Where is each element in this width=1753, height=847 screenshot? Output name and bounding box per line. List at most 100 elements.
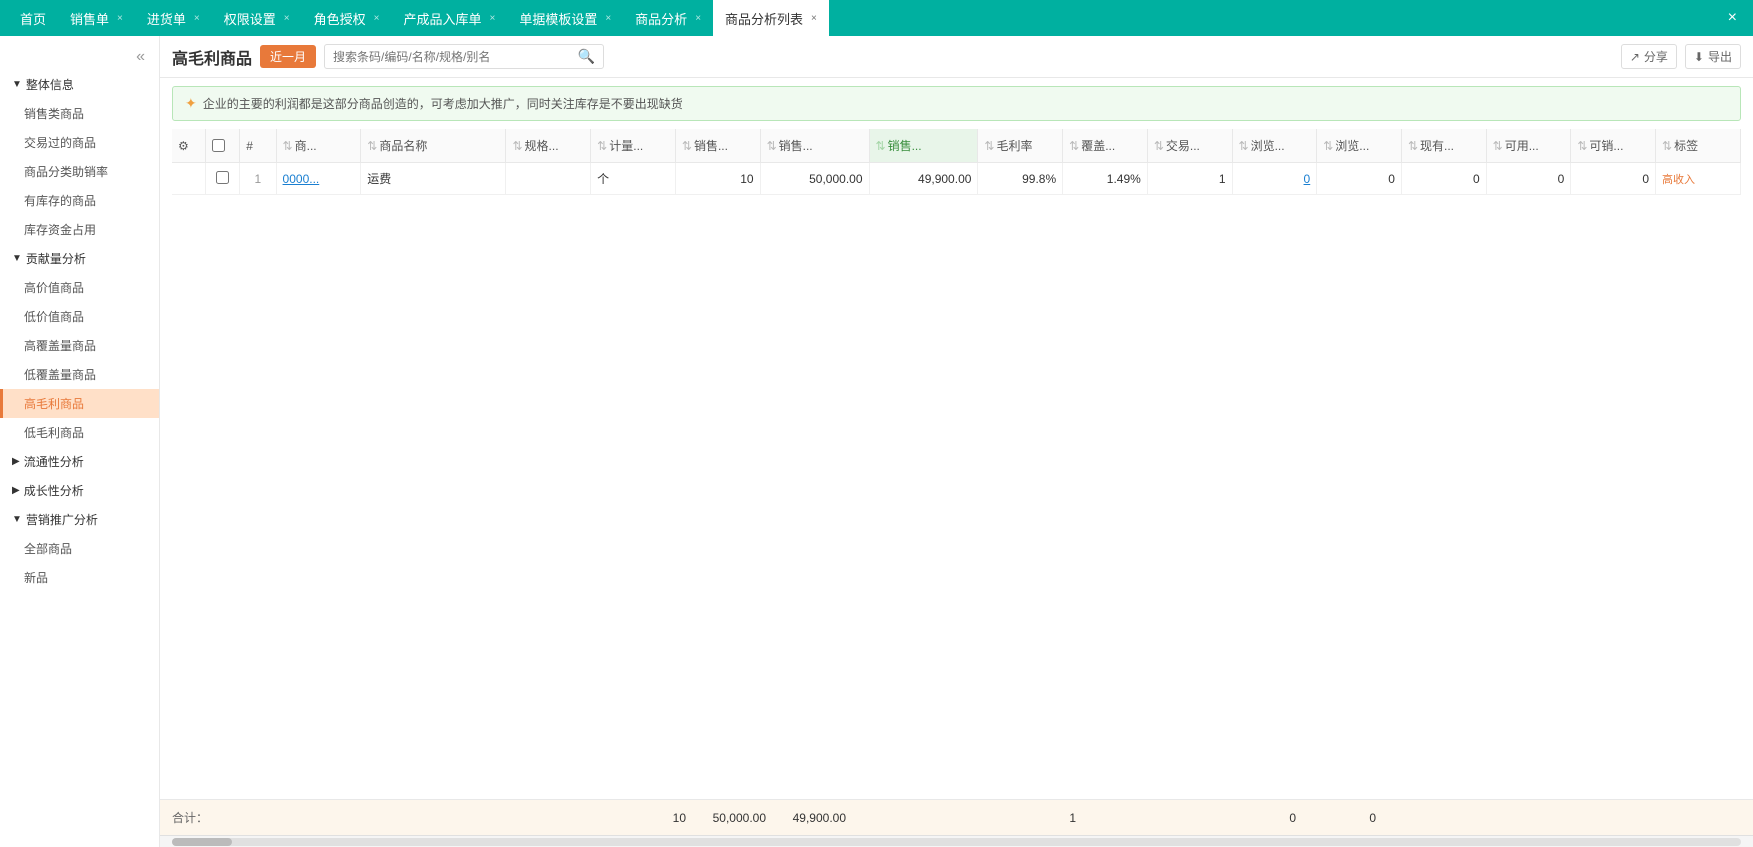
cell-views2: 0 bbox=[1317, 163, 1402, 195]
col-name[interactable]: ⇅ 商品名称 bbox=[361, 129, 506, 163]
close-template-tab[interactable]: × bbox=[605, 13, 611, 24]
col-num: # bbox=[240, 129, 276, 163]
col-spec[interactable]: ⇅ 规格... bbox=[506, 129, 591, 163]
export-button[interactable]: ⬇ 导出 bbox=[1685, 44, 1741, 69]
close-sales-tab[interactable]: × bbox=[117, 13, 123, 24]
chevron-down-icon: ▼ bbox=[12, 79, 22, 90]
search-icon[interactable]: 🔍 bbox=[578, 48, 595, 65]
col-sales-qty[interactable]: ⇅ 销售... bbox=[675, 129, 760, 163]
sidebar-item-traded-goods[interactable]: 交易过的商品 bbox=[0, 128, 159, 157]
close-product-inbound-tab[interactable]: × bbox=[489, 13, 495, 24]
sidebar-item-category-rate[interactable]: 商品分类助销率 bbox=[0, 157, 159, 186]
sidebar-section-contribution[interactable]: ▼ 贡献量分析 bbox=[0, 244, 159, 273]
nav-item-permission[interactable]: 权限设置 × bbox=[212, 0, 302, 36]
col-stock-sellable[interactable]: ⇅ 可销... bbox=[1571, 129, 1656, 163]
col-sales-cost[interactable]: ⇅ 销售... bbox=[869, 129, 978, 163]
nav-item-sales[interactable]: 销售单 × bbox=[58, 0, 135, 36]
footer-stock-available: 0 bbox=[1222, 807, 1302, 829]
sort-icon-10: ⇅ bbox=[1154, 139, 1164, 153]
sidebar-item-all-goods[interactable]: 全部商品 bbox=[0, 534, 159, 563]
sort-icon-15: ⇅ bbox=[1577, 139, 1587, 153]
footer-label: 合计： bbox=[172, 809, 252, 826]
sidebar-section-growth[interactable]: ▶ 成长性分析 bbox=[0, 476, 159, 505]
close-analysis-list-tab[interactable]: × bbox=[811, 13, 817, 24]
sort-icon-3: ⇅ bbox=[512, 139, 522, 153]
search-box: 🔍 bbox=[324, 44, 604, 69]
col-views1[interactable]: ⇅ 浏览... bbox=[1232, 129, 1317, 163]
cell-checkbox[interactable] bbox=[206, 163, 240, 195]
col-stock-available[interactable]: ⇅ 可用... bbox=[1486, 129, 1571, 163]
col-unit[interactable]: ⇅ 计量... bbox=[591, 129, 676, 163]
row-checkbox[interactable] bbox=[216, 171, 229, 184]
search-input[interactable] bbox=[333, 50, 574, 64]
footer-sales-amount: 50,000.00 bbox=[692, 807, 772, 829]
nav-item-analysis[interactable]: 商品分析 × bbox=[623, 0, 713, 36]
chevron-right-icon-2: ▶ bbox=[12, 485, 20, 496]
chevron-down-icon-3: ▼ bbox=[12, 514, 22, 525]
period-button[interactable]: 近一月 bbox=[260, 45, 316, 68]
sort-icon-9: ⇅ bbox=[1069, 139, 1079, 153]
sort-icon-6: ⇅ bbox=[767, 139, 777, 153]
footer-spacer bbox=[252, 807, 612, 829]
window-close-button[interactable]: × bbox=[1720, 9, 1745, 27]
col-gross-rate[interactable]: ⇅ 毛利率 bbox=[978, 129, 1063, 163]
close-analysis-tab[interactable]: × bbox=[695, 13, 701, 24]
sidebar-collapse-button[interactable]: « bbox=[130, 46, 151, 68]
sidebar-section-marketing[interactable]: ▼ 营销推广分析 bbox=[0, 505, 159, 534]
horizontal-scrollbar[interactable] bbox=[160, 835, 1753, 847]
sidebar-item-low-margin[interactable]: 低毛利商品 bbox=[0, 418, 159, 447]
header-actions: ↗ 分享 ⬇ 导出 bbox=[1621, 44, 1741, 69]
info-icon: ✦ bbox=[185, 95, 197, 112]
sort-icon: ⇅ bbox=[283, 139, 293, 153]
share-button[interactable]: ↗ 分享 bbox=[1621, 44, 1677, 69]
cell-stock-sellable: 0 bbox=[1571, 163, 1656, 195]
col-checkbox[interactable] bbox=[206, 129, 240, 163]
close-permission-tab[interactable]: × bbox=[284, 13, 290, 24]
sidebar-item-new-goods[interactable]: 新品 bbox=[0, 563, 159, 592]
top-navigation: 首页 销售单 × 进货单 × 权限设置 × 角色授权 × 产成品入库单 × 单据… bbox=[0, 0, 1753, 36]
cell-tag: 高收入 bbox=[1656, 163, 1741, 195]
close-role-tab[interactable]: × bbox=[374, 13, 380, 24]
col-coverage[interactable]: ⇅ 覆盖... bbox=[1063, 129, 1148, 163]
col-gear[interactable]: ⚙ bbox=[172, 129, 206, 163]
sidebar-item-stock-capital[interactable]: 库存资金占用 bbox=[0, 215, 159, 244]
cell-unit: 个 bbox=[591, 163, 676, 195]
col-sales-amount[interactable]: ⇅ 销售... bbox=[760, 129, 869, 163]
nav-item-role[interactable]: 角色授权 × bbox=[302, 0, 392, 36]
sidebar-item-high-coverage[interactable]: 高覆盖量商品 bbox=[0, 331, 159, 360]
col-stock-current[interactable]: ⇅ 现有... bbox=[1401, 129, 1486, 163]
col-tag[interactable]: ⇅ 标签 bbox=[1656, 129, 1741, 163]
sidebar-item-low-coverage[interactable]: 低覆盖量商品 bbox=[0, 360, 159, 389]
sidebar-item-high-value[interactable]: 高价值商品 bbox=[0, 273, 159, 302]
nav-item-product-inbound[interactable]: 产成品入库单 × bbox=[391, 0, 507, 36]
export-icon: ⬇ bbox=[1694, 50, 1704, 64]
sidebar-item-sales-goods[interactable]: 销售类商品 bbox=[0, 99, 159, 128]
col-views2[interactable]: ⇅ 浏览... bbox=[1317, 129, 1402, 163]
cell-sales-cost: 49,900.00 bbox=[869, 163, 978, 195]
cell-sales-qty: 10 bbox=[675, 163, 760, 195]
nav-item-purchase[interactable]: 进货单 × bbox=[135, 0, 212, 36]
cell-name: 运费 bbox=[361, 163, 506, 195]
cell-views1[interactable]: 0 bbox=[1232, 163, 1317, 195]
data-table: ⚙ # ⇅ 商... ⇅ 商品名称 bbox=[172, 129, 1741, 195]
cell-gear[interactable] bbox=[172, 163, 206, 195]
sidebar-section-overall[interactable]: ▼ 整体信息 bbox=[0, 70, 159, 99]
sort-icon-14: ⇅ bbox=[1493, 139, 1503, 153]
page-title: 高毛利商品 bbox=[172, 45, 252, 69]
nav-item-home[interactable]: 首页 bbox=[8, 0, 58, 36]
sidebar-section-circulation[interactable]: ▶ 流通性分析 bbox=[0, 447, 159, 476]
col-code[interactable]: ⇅ 商... bbox=[276, 129, 361, 163]
tag-badge: 高收入 bbox=[1662, 174, 1695, 186]
sidebar-item-in-stock[interactable]: 有库存的商品 bbox=[0, 186, 159, 215]
nav-item-template[interactable]: 单据模板设置 × bbox=[507, 0, 623, 36]
footer-cells: 10 50,000.00 49,900.00 1 0 0 bbox=[252, 807, 1741, 829]
scrollbar-thumb[interactable] bbox=[172, 838, 232, 846]
cell-sales-amount: 50,000.00 bbox=[760, 163, 869, 195]
col-transaction[interactable]: ⇅ 交易... bbox=[1147, 129, 1232, 163]
sidebar-item-low-value[interactable]: 低价值商品 bbox=[0, 302, 159, 331]
nav-item-analysis-list[interactable]: 商品分析列表 × bbox=[713, 0, 829, 36]
close-purchase-tab[interactable]: × bbox=[194, 13, 200, 24]
cell-gross-rate: 99.8% bbox=[978, 163, 1063, 195]
select-all-checkbox[interactable] bbox=[212, 139, 225, 152]
sidebar-item-high-margin[interactable]: 高毛利商品 bbox=[0, 389, 159, 418]
